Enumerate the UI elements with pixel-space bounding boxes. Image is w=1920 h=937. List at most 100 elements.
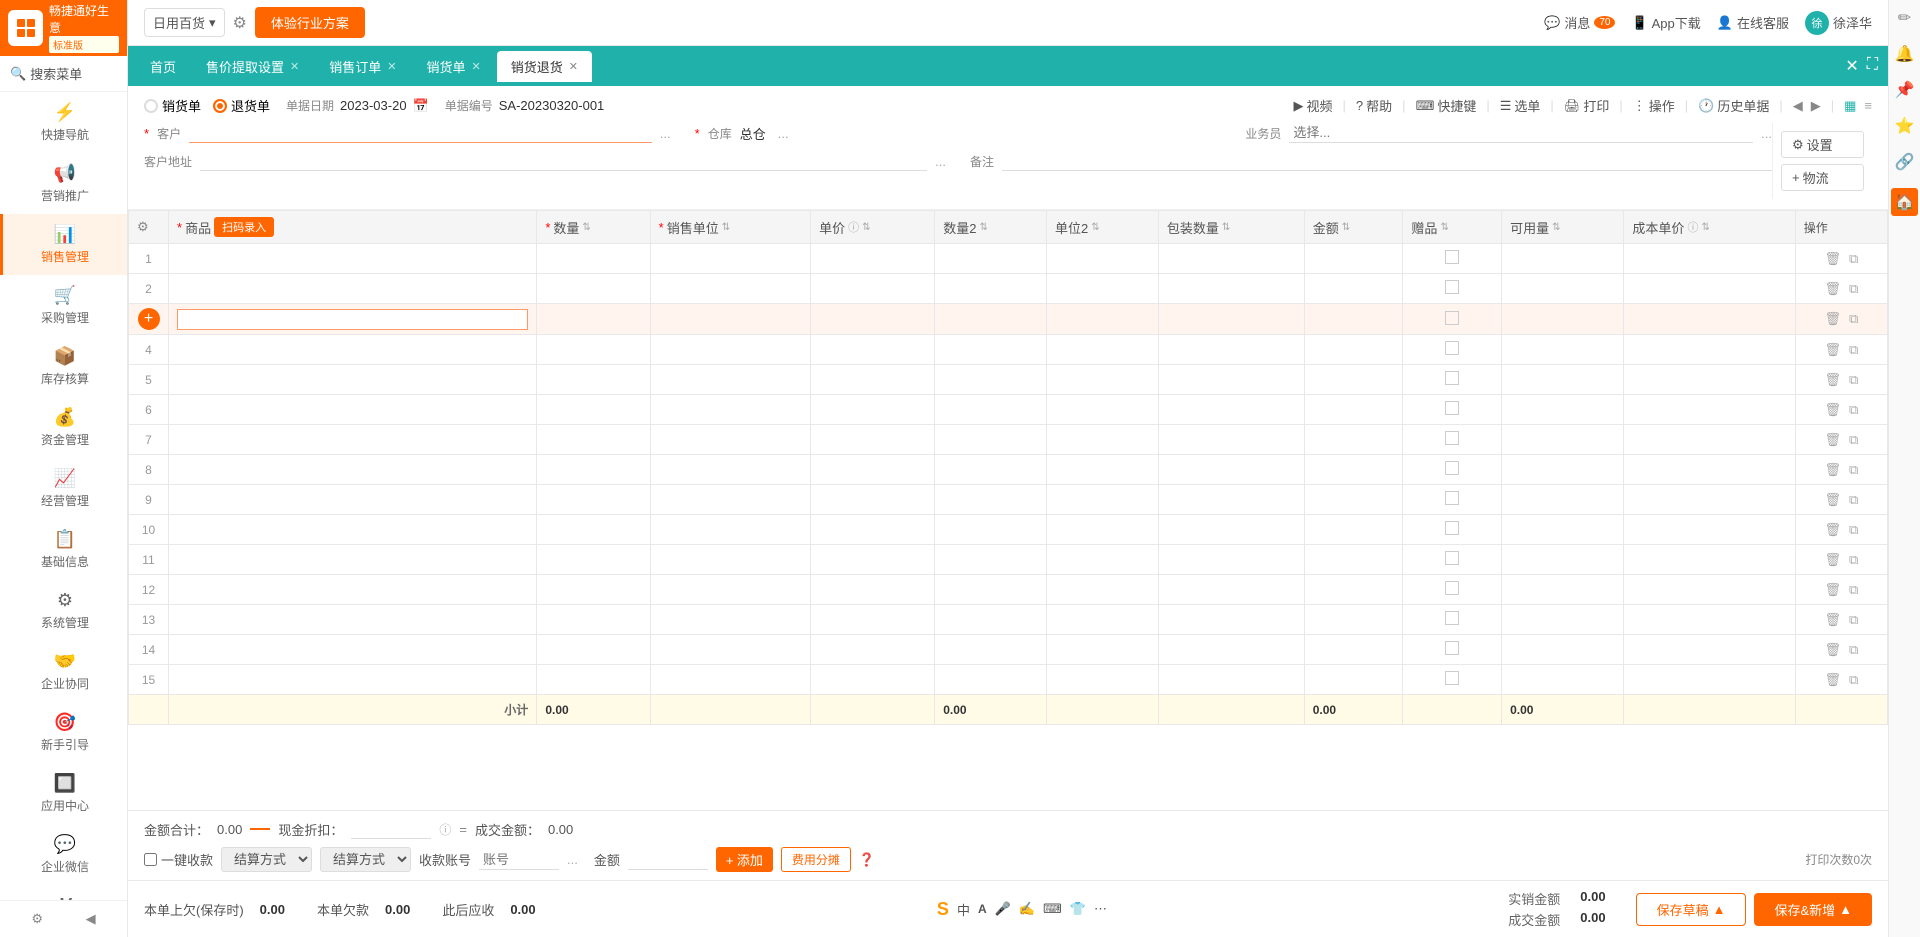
r10c8[interactable] xyxy=(1304,515,1403,545)
r8c6[interactable] xyxy=(1047,455,1159,485)
copy-icon-11[interactable]: ⧉ xyxy=(1849,552,1858,568)
r7c10[interactable] xyxy=(1502,425,1624,455)
row2-available[interactable] xyxy=(1502,274,1624,304)
radio-return[interactable]: 退货单 xyxy=(213,96,270,115)
r15c3[interactable] xyxy=(650,665,811,695)
copy-icon-12[interactable]: ⧉ xyxy=(1849,582,1858,598)
settings-icon[interactable]: ⚙ xyxy=(31,911,43,927)
row3-cost-price[interactable] xyxy=(1624,304,1795,335)
radio-sales[interactable]: 销货单 xyxy=(144,96,201,115)
row3-product-input[interactable] xyxy=(177,309,528,330)
r15c11[interactable] xyxy=(1624,665,1795,695)
r15c6[interactable] xyxy=(1047,665,1159,695)
ime-mic-icon[interactable]: 🎤 xyxy=(995,901,1011,917)
r7c2[interactable] xyxy=(537,425,650,455)
r7c7[interactable] xyxy=(1158,425,1304,455)
gift-sort-icon[interactable]: ⇅ xyxy=(1440,222,1448,233)
r8c9[interactable] xyxy=(1403,455,1502,485)
row1-unit2[interactable] xyxy=(1047,244,1159,274)
copy-icon-7[interactable]: ⧉ xyxy=(1849,432,1858,448)
r6c7[interactable] xyxy=(1158,395,1304,425)
r12c2[interactable] xyxy=(537,575,650,605)
r7c11[interactable] xyxy=(1624,425,1795,455)
row3-qty[interactable] xyxy=(537,304,650,335)
cash-discount-input[interactable] xyxy=(351,819,431,839)
r10c4[interactable] xyxy=(811,515,935,545)
right-panel-pin-icon[interactable]: 📌 xyxy=(1895,80,1915,100)
tab-sales-order[interactable]: 销售订单 ✕ xyxy=(315,51,410,82)
copy-icon-1[interactable]: ⧉ xyxy=(1849,251,1858,267)
r11c10[interactable] xyxy=(1502,545,1624,575)
add-payment-btn[interactable]: + 添加 xyxy=(716,847,773,872)
r12c4[interactable] xyxy=(811,575,935,605)
copy-icon-14[interactable]: ⧉ xyxy=(1849,642,1858,658)
sidebar-item-operations[interactable]: 📈 经营管理 xyxy=(0,458,127,519)
r12c3[interactable] xyxy=(650,575,811,605)
r8c11[interactable] xyxy=(1624,455,1795,485)
unit2-sort-icon[interactable]: ⇅ xyxy=(1091,222,1099,233)
r12c7[interactable] xyxy=(1158,575,1304,605)
tab-home[interactable]: 首页 xyxy=(136,51,190,82)
tab-sales-order-close[interactable]: ✕ xyxy=(387,60,396,73)
collapse-icon[interactable]: ◀ xyxy=(86,911,96,927)
salesperson-input[interactable] xyxy=(1289,123,1753,143)
r5c6[interactable] xyxy=(1047,365,1159,395)
row1-qty[interactable] xyxy=(537,244,650,274)
copy-icon-15[interactable]: ⧉ xyxy=(1849,672,1858,688)
r14c6[interactable] xyxy=(1047,635,1159,665)
tab-return-close[interactable]: ✕ xyxy=(569,60,578,73)
row3-qty2[interactable] xyxy=(935,304,1047,335)
r4c7[interactable] xyxy=(1158,335,1304,365)
r4c3[interactable] xyxy=(650,335,811,365)
r15c8[interactable] xyxy=(1304,665,1403,695)
user-profile[interactable]: 徐 徐泽华 xyxy=(1805,11,1872,35)
calendar-icon[interactable]: 📅 xyxy=(413,98,429,114)
row1-amount[interactable] xyxy=(1304,244,1403,274)
r9c2[interactable] xyxy=(537,485,650,515)
r14c1[interactable] xyxy=(169,635,537,665)
r6c4[interactable] xyxy=(811,395,935,425)
tab-price-settings[interactable]: 售价提取设置 ✕ xyxy=(192,51,313,82)
cost-sort-icon[interactable]: ⇅ xyxy=(1701,222,1709,233)
r12c11[interactable] xyxy=(1624,575,1795,605)
gift-checkbox-9[interactable] xyxy=(1445,491,1459,505)
row1-unit[interactable] xyxy=(650,244,811,274)
delete-icon-12[interactable]: 🗑 xyxy=(1824,582,1841,598)
gift-checkbox-2[interactable] xyxy=(1445,280,1459,294)
row2-qty[interactable] xyxy=(537,274,650,304)
right-panel-bell-icon[interactable]: 🔔 xyxy=(1895,44,1915,64)
video-btn[interactable]: ▶ 视频 xyxy=(1294,96,1333,115)
r11c3[interactable] xyxy=(650,545,811,575)
r13c6[interactable] xyxy=(1047,605,1159,635)
r9c5[interactable] xyxy=(935,485,1047,515)
search-menu[interactable]: 🔍 搜索菜单 xyxy=(0,56,127,92)
r4c11[interactable] xyxy=(1624,335,1795,365)
r11c7[interactable] xyxy=(1158,545,1304,575)
r15c10[interactable] xyxy=(1502,665,1624,695)
right-panel-link-icon[interactable]: 🔗 xyxy=(1895,152,1915,172)
r10c6[interactable] xyxy=(1047,515,1159,545)
delete-icon-9[interactable]: 🗑 xyxy=(1824,492,1841,508)
copy-icon-2[interactable]: ⧉ xyxy=(1849,281,1858,297)
sidebar-item-marketing[interactable]: 📢 营销推广 xyxy=(0,153,127,214)
r6c8[interactable] xyxy=(1304,395,1403,425)
nav-prev-icon[interactable]: ◀ xyxy=(1793,98,1803,114)
r14c9[interactable] xyxy=(1403,635,1502,665)
r5c5[interactable] xyxy=(935,365,1047,395)
delete-icon-6[interactable]: 🗑 xyxy=(1824,402,1841,418)
r8c2[interactable] xyxy=(537,455,650,485)
gift-checkbox-12[interactable] xyxy=(1445,581,1459,595)
r10c3[interactable] xyxy=(650,515,811,545)
row3-unit2[interactable] xyxy=(1047,304,1159,335)
r6c5[interactable] xyxy=(935,395,1047,425)
amount-bottom-input[interactable] xyxy=(628,850,708,870)
message-btn[interactable]: 💬 消息 70 xyxy=(1544,13,1615,32)
online-service-btn[interactable]: 👤 在线客服 xyxy=(1717,13,1789,32)
sidebar-item-collab[interactable]: 🤝 企业协同 xyxy=(0,641,127,702)
r11c6[interactable] xyxy=(1047,545,1159,575)
fee-split-btn[interactable]: 费用分摊 xyxy=(781,847,851,872)
r10c10[interactable] xyxy=(1502,515,1624,545)
qty2-sort-icon[interactable]: ⇅ xyxy=(979,222,987,233)
ime-keyboard-icon[interactable]: ⌨ xyxy=(1043,901,1062,917)
r9c11[interactable] xyxy=(1624,485,1795,515)
